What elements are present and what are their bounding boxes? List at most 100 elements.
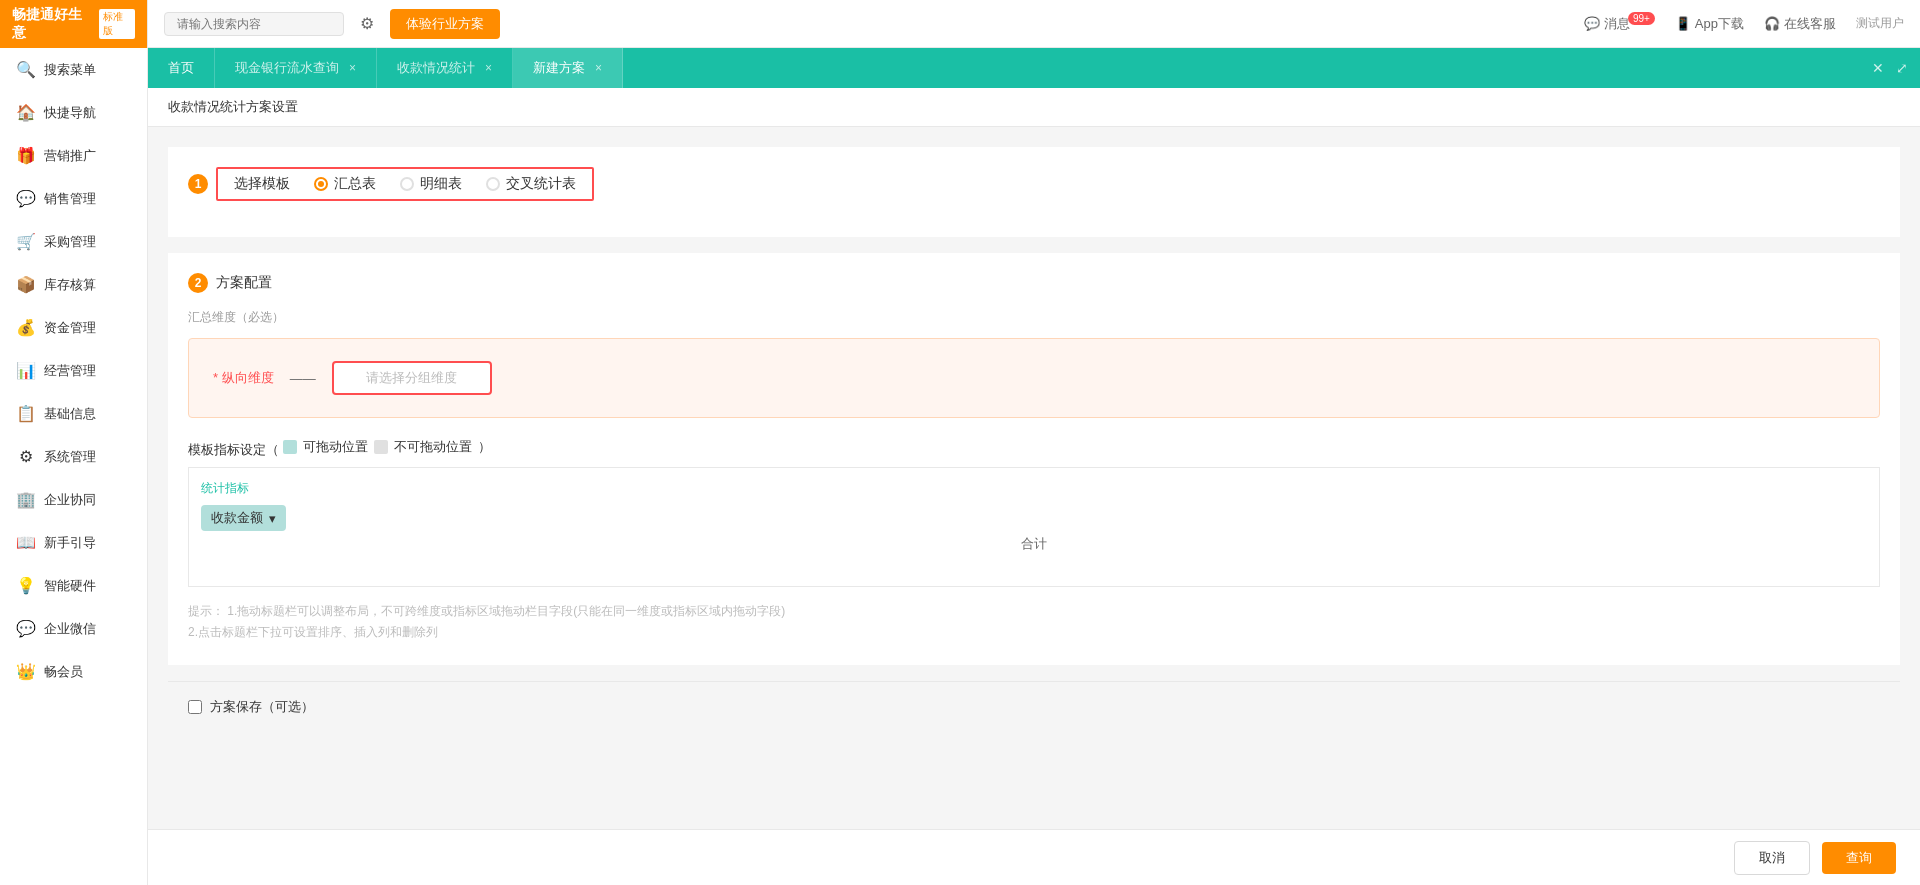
query-button[interactable]: 查询 bbox=[1822, 842, 1896, 874]
app-download-btn[interactable]: 📱 App下载 bbox=[1675, 15, 1744, 33]
bank-flow-tab-close[interactable]: × bbox=[349, 61, 356, 75]
dimension-group-title: 汇总维度（必选） bbox=[188, 309, 1880, 326]
radio-detail[interactable]: 明细表 bbox=[400, 175, 462, 193]
footer-section: 方案保存（可选） bbox=[168, 681, 1900, 732]
sidebar-item-quick-nav[interactable]: 🏠 快捷导航 bbox=[0, 91, 147, 134]
sidebar-item-label: 搜索菜单 bbox=[44, 61, 96, 79]
building-icon: 🏢 bbox=[16, 490, 36, 509]
sidebar-item-label: 畅会员 bbox=[44, 663, 83, 681]
settings-icon[interactable]: ⚙ bbox=[360, 14, 374, 33]
box-icon: 📦 bbox=[16, 275, 36, 294]
home-icon: 🏠 bbox=[16, 103, 36, 122]
metrics-section-label: 统计指标 bbox=[201, 480, 1867, 497]
close-window-icon[interactable]: ✕ bbox=[1872, 60, 1884, 76]
sidebar-item-wechat[interactable]: 💬 企业微信 bbox=[0, 607, 147, 650]
sidebar-item-search-menu[interactable]: 🔍 搜索菜单 bbox=[0, 48, 147, 91]
clipboard-icon: 📋 bbox=[16, 404, 36, 423]
tab-home[interactable]: 首页 bbox=[148, 48, 215, 88]
logo-badge: 标准版 bbox=[99, 9, 135, 39]
cart-icon: 🛒 bbox=[16, 232, 36, 251]
radio-group-template: 汇总表 明细表 交叉统计表 bbox=[314, 175, 576, 193]
wechat-icon: 💬 bbox=[16, 619, 36, 638]
sidebar-item-label: 快捷导航 bbox=[44, 104, 96, 122]
sidebar-item-capital[interactable]: 💰 资金管理 bbox=[0, 306, 147, 349]
sidebar-item-marketing[interactable]: 🎁 营销推广 bbox=[0, 134, 147, 177]
sidebar-item-label: 采购管理 bbox=[44, 233, 96, 251]
radio-circle-cross bbox=[486, 177, 500, 191]
crown-icon: 👑 bbox=[16, 662, 36, 681]
dimension-area: * 纵向维度 —— 请选择分组维度 bbox=[188, 338, 1880, 418]
hint-movable-label: 可拖动位置 bbox=[303, 438, 368, 456]
sidebar-item-label: 库存核算 bbox=[44, 276, 96, 294]
sidebar-item-corp[interactable]: 🏢 企业协同 bbox=[0, 478, 147, 521]
online-service-label: 在线客服 bbox=[1784, 15, 1836, 33]
money-icon: 💰 bbox=[16, 318, 36, 337]
section1-label: 选择模板 bbox=[234, 175, 290, 193]
sidebar-item-sales[interactable]: 💬 销售管理 bbox=[0, 177, 147, 220]
online-service-btn[interactable]: 🎧 在线客服 bbox=[1764, 15, 1836, 33]
message-btn[interactable]: 💬 消息 99+ bbox=[1584, 15, 1655, 33]
industry-btn[interactable]: 体验行业方案 bbox=[390, 9, 500, 39]
metrics-sub-tags-row: 合计 bbox=[201, 531, 1867, 557]
section-config: 2 方案配置 汇总维度（必选） * 纵向维度 —— 请选择分组维度 模板指标 bbox=[168, 253, 1900, 665]
metrics-tag-amount[interactable]: 收款金额 ▾ bbox=[201, 505, 286, 531]
metrics-container: 统计指标 收款金额 ▾ 合计 bbox=[188, 467, 1880, 587]
radio-summary-label: 汇总表 bbox=[334, 175, 376, 193]
sidebar-item-system[interactable]: ⚙ 系统管理 bbox=[0, 435, 147, 478]
sales-icon: 💬 bbox=[16, 189, 36, 208]
sidebar-item-member[interactable]: 👑 畅会员 bbox=[0, 650, 147, 693]
fixed-hint-box bbox=[374, 440, 388, 454]
save-plan-checkbox[interactable] bbox=[188, 700, 202, 714]
topbar-right: 💬 消息 99+ 📱 App下载 🎧 在线客服 测试用户 bbox=[1584, 15, 1904, 33]
sidebar-item-label: 资金管理 bbox=[44, 319, 96, 337]
sidebar-item-label: 企业微信 bbox=[44, 620, 96, 638]
radio-summary[interactable]: 汇总表 bbox=[314, 175, 376, 193]
dimension-select[interactable]: 请选择分组维度 bbox=[332, 361, 492, 395]
radio-cross[interactable]: 交叉统计表 bbox=[486, 175, 576, 193]
new-plan-tab-close[interactable]: × bbox=[595, 61, 602, 75]
section1-num: 1 bbox=[188, 174, 208, 194]
sidebar-item-label: 经营管理 bbox=[44, 362, 96, 380]
section-template: 1 选择模板 汇总表 明细表 bbox=[168, 147, 1900, 237]
sidebar-item-label: 智能硬件 bbox=[44, 577, 96, 595]
bulb-icon: 💡 bbox=[16, 576, 36, 595]
tab-bank-flow[interactable]: 现金银行流水查询 × bbox=[215, 48, 377, 88]
logo-text: 畅捷通好生意 bbox=[12, 6, 91, 42]
tab-new-plan[interactable]: 新建方案 × bbox=[513, 48, 623, 88]
sidebar-item-operation[interactable]: 📊 经营管理 bbox=[0, 349, 147, 392]
book-icon: 📖 bbox=[16, 533, 36, 552]
cancel-button[interactable]: 取消 bbox=[1734, 841, 1810, 875]
action-bar: 取消 查询 bbox=[148, 829, 1920, 885]
sidebar-item-basic-info[interactable]: 📋 基础信息 bbox=[0, 392, 147, 435]
collection-stat-tab-label: 收款情况统计 bbox=[397, 59, 475, 77]
radio-detail-label: 明细表 bbox=[420, 175, 462, 193]
tabbar-controls: ✕ ⤢ bbox=[1872, 60, 1920, 76]
service-icon: 🎧 bbox=[1764, 16, 1780, 31]
sidebar-item-guide[interactable]: 📖 新手引导 bbox=[0, 521, 147, 564]
main-area: ⚙ 体验行业方案 💬 消息 99+ 📱 App下载 🎧 在线客服 测试用户 首页… bbox=[148, 0, 1920, 885]
save-plan-label: 方案保存（可选） bbox=[210, 698, 314, 716]
home-tab-label: 首页 bbox=[168, 59, 194, 77]
gift-icon: 🎁 bbox=[16, 146, 36, 165]
tab-collection-stat[interactable]: 收款情况统计 × bbox=[377, 48, 513, 88]
template-highlight-box: 选择模板 汇总表 明细表 bbox=[216, 167, 594, 201]
message-badge: 99+ bbox=[1628, 12, 1655, 25]
sidebar-item-inventory[interactable]: 📦 库存核算 bbox=[0, 263, 147, 306]
app-download-label: App下载 bbox=[1695, 15, 1744, 33]
radio-dot-summary bbox=[318, 181, 324, 187]
search-input[interactable] bbox=[164, 12, 344, 36]
arrow-icon: —— bbox=[290, 371, 316, 386]
chart-icon: 📊 bbox=[16, 361, 36, 380]
sidebar: 畅捷通好生意 标准版 🔍 搜索菜单 🏠 快捷导航 🎁 营销推广 💬 销售管理 🛒… bbox=[0, 0, 148, 885]
sidebar-item-hardware[interactable]: 💡 智能硬件 bbox=[0, 564, 147, 607]
sidebar-item-purchase[interactable]: 🛒 采购管理 bbox=[0, 220, 147, 263]
new-plan-tab-label: 新建方案 bbox=[533, 59, 585, 77]
tip2: 2.点击标题栏下拉可设置排序、插入列和删除列 bbox=[188, 624, 1880, 641]
section2-num: 2 bbox=[188, 273, 208, 293]
topbar: ⚙ 体验行业方案 💬 消息 99+ 📱 App下载 🎧 在线客服 测试用户 bbox=[148, 0, 1920, 48]
collection-stat-tab-close[interactable]: × bbox=[485, 61, 492, 75]
section1-title: 1 选择模板 汇总表 明细表 bbox=[188, 167, 1880, 201]
tips-section: 提示： 1.拖动标题栏可以调整布局，不可跨维度或指标区域拖动栏目字段(只能在同一… bbox=[188, 603, 1880, 641]
maximize-icon[interactable]: ⤢ bbox=[1896, 60, 1908, 76]
sidebar-item-label: 营销推广 bbox=[44, 147, 96, 165]
